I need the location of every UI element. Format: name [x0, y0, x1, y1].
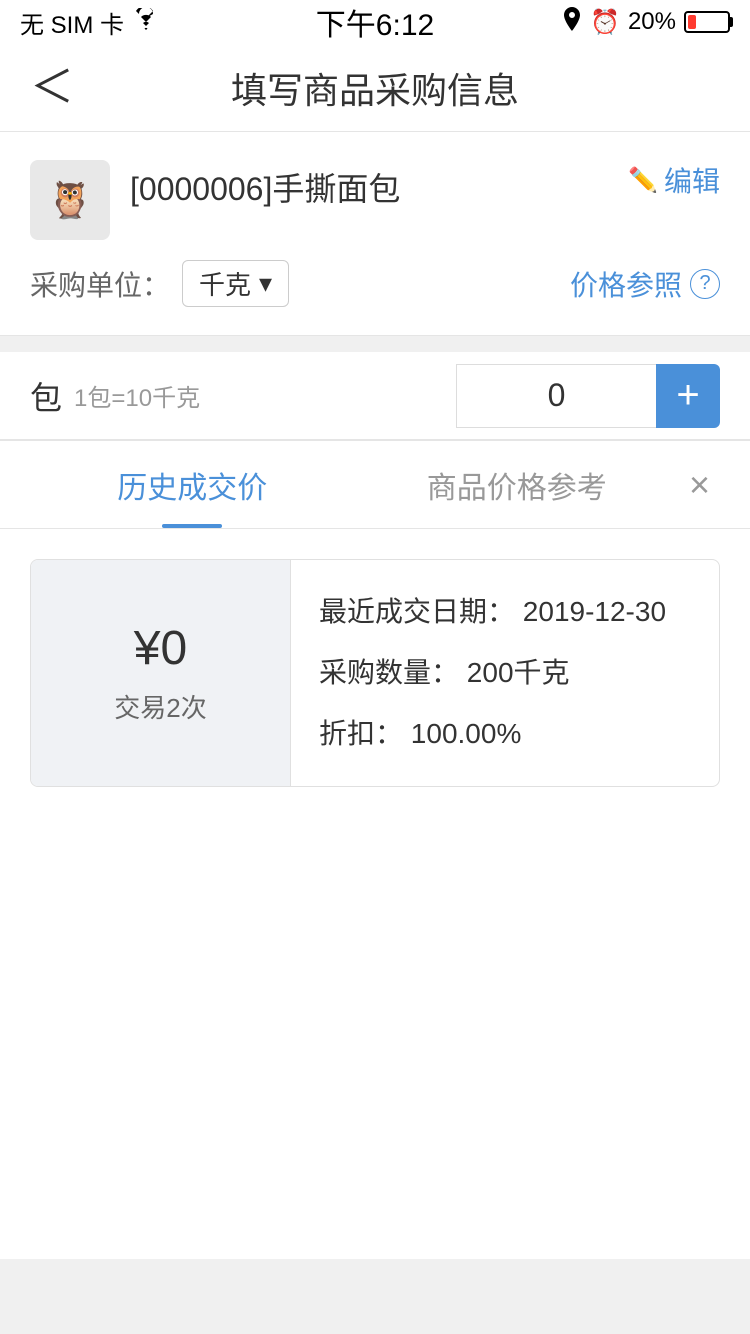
recent-date-row: 最近成交日期： 2019-12-30	[319, 590, 691, 635]
unit-prefix-label: 采购单位：	[30, 264, 170, 304]
price-ref-label: 价格参照	[570, 264, 682, 304]
product-thumbnail-icon: 🦉	[48, 179, 93, 221]
tab-history-label: 历史成交价	[117, 463, 267, 507]
product-image: 🦉	[30, 160, 110, 240]
quantity-row: 包 1包=10千克 0 +	[0, 352, 750, 440]
edit-label: 编辑	[664, 160, 720, 200]
quantity-input[interactable]: 0	[456, 364, 656, 428]
product-header: 🦉 [0000006]手撕面包 ✏️ 编辑	[30, 160, 720, 240]
price-reference-button[interactable]: 价格参照 ?	[570, 264, 720, 304]
alarm-icon: ⏰	[590, 8, 620, 37]
product-footer: 采购单位： 千克 ▾ 价格参照 ?	[30, 260, 720, 307]
battery-percent: 20%	[628, 8, 676, 36]
tabs-header: 历史成交价 商品价格参考 ×	[0, 441, 750, 529]
quantity-unit: 包	[30, 373, 62, 419]
back-button[interactable]: ＜	[30, 66, 74, 110]
discount-value: 100.00%	[411, 718, 522, 749]
status-left: 无 SIM 卡	[20, 5, 160, 40]
quantity-plus-button[interactable]: +	[656, 364, 720, 428]
discount-label: 折扣：	[319, 718, 403, 749]
product-info-left: 🦉 [0000006]手撕面包	[30, 160, 400, 240]
product-name: [0000006]手撕面包	[130, 160, 400, 210]
tabs-panel: 历史成交价 商品价格参考 × ¥0 交易2次 最近成交日期： 2019-12-3…	[0, 440, 750, 1259]
purchase-qty-row: 采购数量： 200千克	[319, 651, 691, 696]
edit-button[interactable]: ✏️ 编辑	[628, 160, 720, 200]
tab-close-button[interactable]: ×	[679, 464, 720, 506]
transaction-card: ¥0 交易2次 最近成交日期： 2019-12-30 采购数量： 200千克 折…	[30, 559, 720, 787]
transaction-times: 交易2次	[114, 688, 206, 725]
page-title: 填写商品采购信息	[231, 62, 519, 114]
transaction-price-area: ¥0 交易2次	[31, 560, 291, 786]
no-sim-label: 无 SIM 卡	[20, 5, 124, 40]
status-right: ⏰ 20%	[562, 7, 730, 38]
quantity-input-group: 0 +	[456, 364, 720, 428]
purchase-qty-label: 采购数量：	[319, 657, 459, 688]
recent-date-label: 最近成交日期：	[319, 596, 515, 627]
unit-row: 采购单位： 千克 ▾	[30, 260, 289, 307]
status-time: 下午6:12	[316, 0, 434, 44]
quantity-label: 包 1包=10千克	[30, 373, 200, 419]
recent-date-value: 2019-12-30	[523, 596, 666, 627]
transaction-price: ¥0	[134, 621, 187, 676]
tab-history-price[interactable]: 历史成交价	[30, 441, 354, 528]
dropdown-arrow-icon: ▾	[259, 268, 272, 299]
tab-price-reference[interactable]: 商品价格参考	[354, 441, 678, 528]
wifi-icon	[132, 8, 160, 37]
quantity-hint: 1包=10千克	[74, 378, 200, 413]
battery-icon	[684, 11, 730, 33]
purchase-qty-value: 200千克	[467, 657, 570, 688]
discount-row: 折扣： 100.00%	[319, 712, 691, 757]
section-divider	[0, 336, 750, 352]
edit-icon: ✏️	[628, 166, 658, 195]
help-icon: ?	[690, 269, 720, 299]
transaction-details-area: 最近成交日期： 2019-12-30 采购数量： 200千克 折扣： 100.0…	[291, 560, 719, 786]
status-bar: 无 SIM 卡 下午6:12 ⏰ 20%	[0, 0, 750, 44]
page-header: ＜ 填写商品采购信息	[0, 44, 750, 132]
unit-select-dropdown[interactable]: 千克 ▾	[182, 260, 289, 307]
location-icon	[562, 7, 582, 38]
unit-value: 千克	[199, 265, 251, 302]
product-card: 🦉 [0000006]手撕面包 ✏️ 编辑 采购单位： 千克 ▾ 价格参照 ?	[0, 132, 750, 336]
tab-content-area: ¥0 交易2次 最近成交日期： 2019-12-30 采购数量： 200千克 折…	[0, 559, 750, 1259]
tab-price-ref-label: 商品价格参考	[427, 463, 607, 507]
